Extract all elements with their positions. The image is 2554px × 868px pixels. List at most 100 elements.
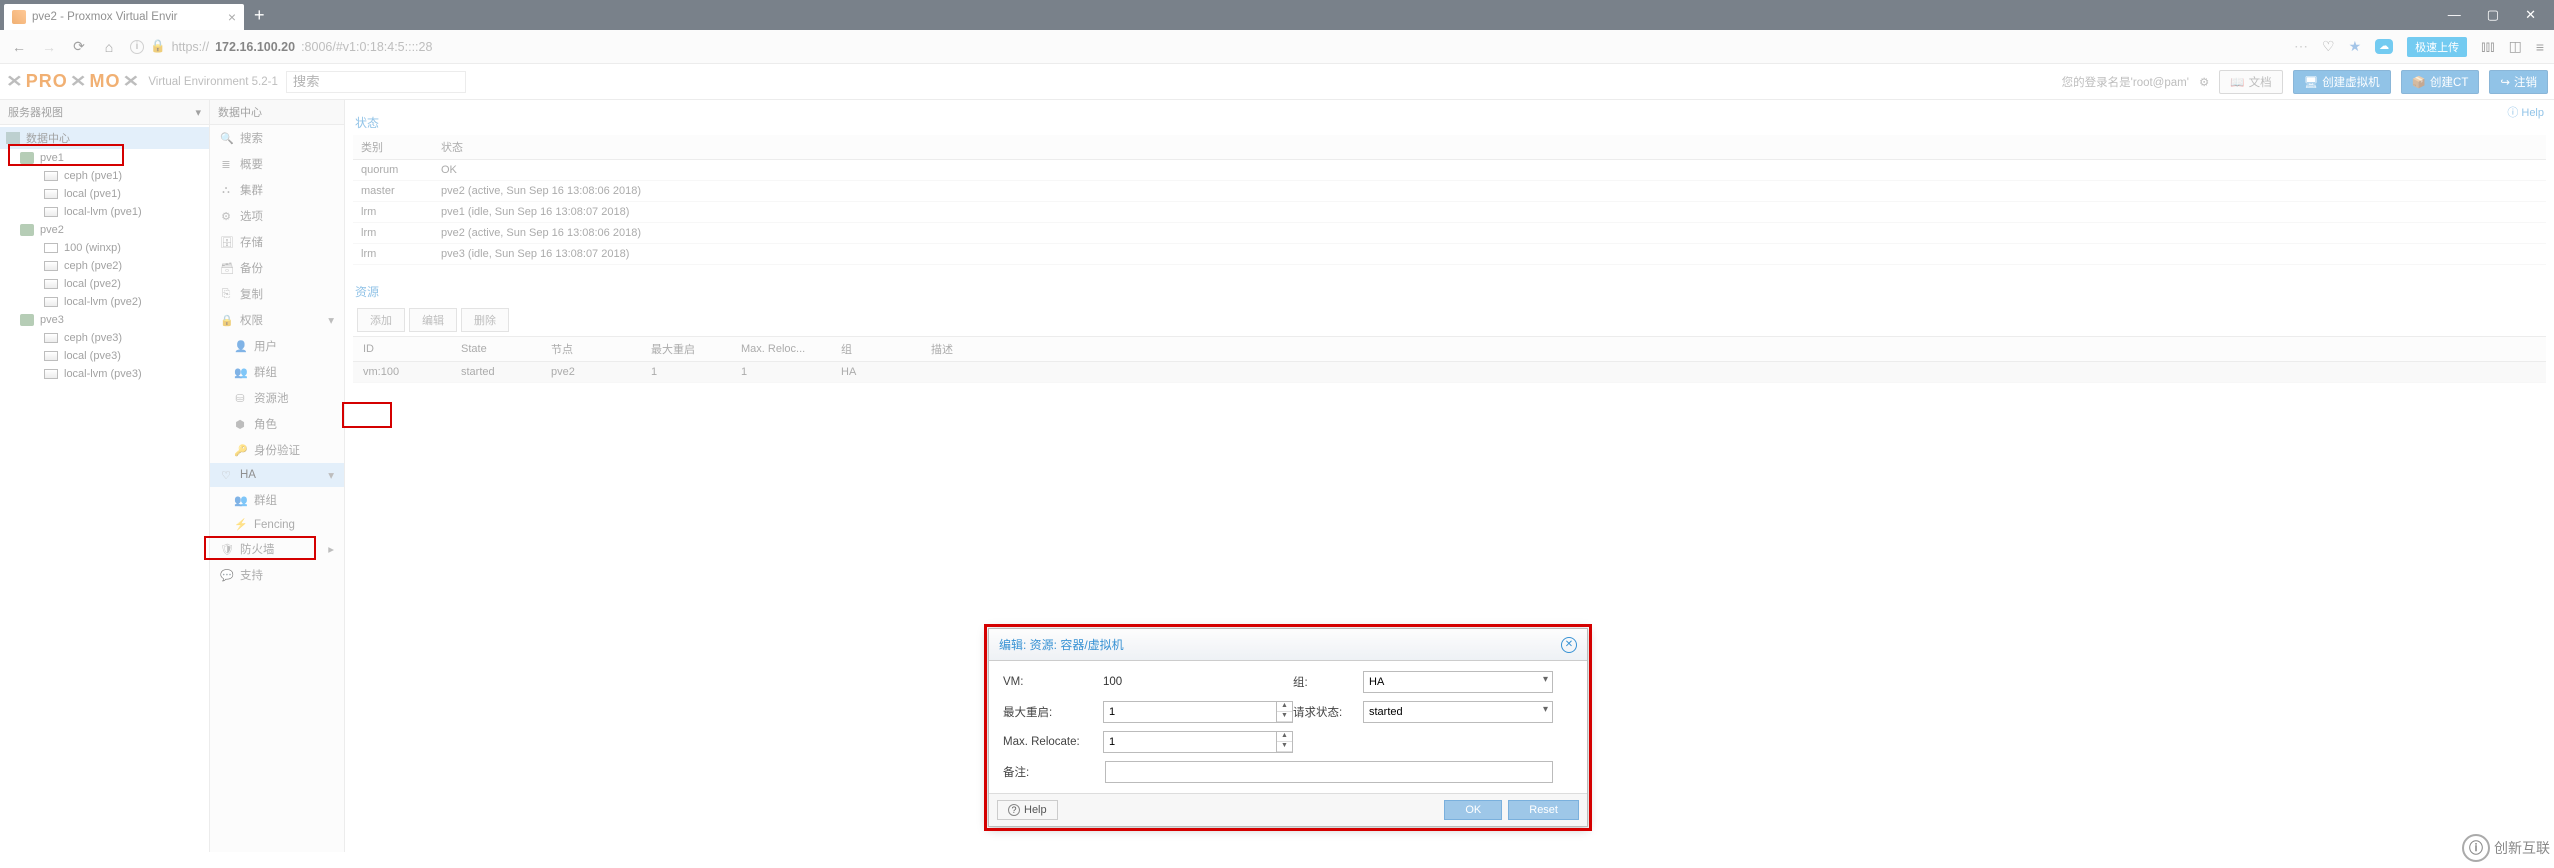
col-header[interactable]: 节点 [543,337,643,362]
nav-sub-item[interactable]: 👤用户 [210,333,344,359]
server-view-title[interactable]: 服务器视图 ▾ [0,100,209,125]
nav-item-ha[interactable]: ♡HA▾ [210,463,344,487]
tab-close-icon[interactable]: × [228,9,236,25]
storage-icon [44,261,58,271]
request-state-select[interactable] [1363,701,1553,723]
spin-up-icon[interactable]: ▲ [1277,702,1292,712]
table-row: masterpve2 (active, Sun Sep 16 13:08:06 … [353,181,2546,202]
nav-icon: 🗃 [220,262,232,275]
tree-storage[interactable]: ceph (pve2) [0,257,209,275]
tree-storage[interactable]: local-lvm (pve3) [0,365,209,383]
tree-node[interactable]: pve1 [0,149,209,167]
url-bar[interactable]: i 🔒 https://172.16.100.20:8006/#v1:0:18:… [130,39,2282,54]
nav-sub-item[interactable]: ⚡Fencing [210,513,344,536]
tree-storage[interactable]: ceph (pve1) [0,167,209,185]
chevron-down-icon[interactable]: ▾ [195,106,201,119]
nav-sub-item[interactable]: 👥群组 [210,487,344,513]
nav-item[interactable]: ⎘复制 [210,281,344,307]
col-header[interactable]: 组 [833,337,923,362]
col-header[interactable]: Max. Reloc... [733,337,833,362]
browser-tab[interactable]: pve2 - Proxmox Virtual Envir × [4,4,244,30]
sidebar-icon[interactable]: ◫ [2509,38,2522,55]
new-tab-button[interactable]: + [244,5,275,26]
reset-button[interactable]: Reset [1508,800,1579,820]
spin-down-icon[interactable]: ▼ [1277,742,1292,752]
proxmox-header: ✕ PRO✕MO✕ Virtual Environment 5.2-1 您的登录… [0,64,2554,100]
nav-item[interactable]: 🔒权限▾ [210,307,344,333]
tree-storage[interactable]: local (pve3) [0,347,209,365]
dialog-help-button[interactable]: ?Help [997,800,1058,820]
tree-root-datacenter[interactable]: 数据中心 [0,127,209,149]
home-icon[interactable]: ⌂ [100,39,118,55]
add-button[interactable]: 添加 [357,308,405,332]
create-vm-button[interactable]: 🖥 创建虚拟机 [2293,70,2391,94]
nav-item[interactable]: 🗃备份 [210,255,344,281]
nav-item[interactable]: ≣概要 [210,151,344,177]
nav-sub-item[interactable]: 👥群组 [210,359,344,385]
tree-storage[interactable]: ceph (pve3) [0,329,209,347]
nav-sub-item[interactable]: ⬢角色 [210,411,344,437]
tree-storage[interactable]: local-lvm (pve1) [0,203,209,221]
upload-badge[interactable]: 极速上传 [2407,37,2467,57]
close-window-icon[interactable]: ✕ [2525,7,2536,23]
proxmox-logo: ✕ PRO✕MO✕ [6,69,140,94]
site-info-icon[interactable]: i [130,40,144,54]
group-select[interactable] [1363,671,1553,693]
back-icon[interactable]: ← [10,39,28,55]
tree-storage[interactable]: local (pve2) [0,275,209,293]
note-input[interactable] [1105,761,1553,783]
more-icon[interactable]: ⋯ [2294,38,2308,55]
table-row: lrmpve2 (active, Sun Sep 16 13:08:06 201… [353,223,2546,244]
remove-button[interactable]: 删除 [461,308,509,332]
cloud-icon[interactable]: ☁ [2375,39,2393,54]
dialog-header[interactable]: 编辑: 资源: 容器/虚拟机 ✕ [989,629,1587,661]
nav-icon: 💬 [220,569,232,582]
minimize-icon[interactable]: — [2448,7,2461,23]
tree-storage[interactable]: local (pve1) [0,185,209,203]
menu-icon[interactable]: ≡ [2536,39,2544,55]
tree-vm[interactable]: 100 (winxp) [0,239,209,257]
group-label: 组: [1293,674,1363,690]
global-search-input[interactable] [286,71,466,93]
spin-down-icon[interactable]: ▼ [1277,712,1292,722]
ok-button[interactable]: OK [1444,800,1502,820]
table-row[interactable]: vm:100startedpve211HA [353,362,2546,383]
max-relocate-input[interactable]: ▲▼ [1103,731,1293,753]
status-table: 类别 状态 quorumOKmasterpve2 (active, Sun Se… [353,135,2546,265]
nav-sub-item[interactable]: 🔑身份验证 [210,437,344,463]
maximize-icon[interactable]: ▢ [2487,7,2499,23]
reload-icon[interactable]: ⟳ [70,38,88,55]
nav-item[interactable]: 🔍搜索 [210,125,344,151]
col-header[interactable]: 最大重启 [643,337,733,362]
help-link[interactable]: ⓘ Help [2507,104,2544,120]
dialog-close-icon[interactable]: ✕ [1561,637,1577,653]
nav-item[interactable]: ⛬集群 [210,177,344,203]
bookmark-icon[interactable]: ★ [2349,38,2362,55]
edit-button[interactable]: 编辑 [409,308,457,332]
resources-table: IDState节点最大重启Max. Reloc...组描述 vm:100star… [353,337,2546,383]
tree-node[interactable]: pve2 [0,221,209,239]
col-type: 类别 [353,135,433,160]
spin-up-icon[interactable]: ▲ [1277,732,1292,742]
library-icon[interactable]: ⫾⫾⫾ [2481,38,2494,55]
forward-icon[interactable]: → [40,39,58,55]
nav-item[interactable]: 💬支持 [210,562,344,588]
resources-section-label: 资源 [355,283,2546,300]
nav-item[interactable]: ⚙选项 [210,203,344,229]
logout-button[interactable]: ↪ 注销 [2489,70,2548,94]
tree-storage[interactable]: local-lvm (pve2) [0,293,209,311]
col-header[interactable]: ID [353,337,453,362]
gear-icon[interactable]: ⚙ [2199,75,2209,89]
favorite-icon[interactable]: ♡ [2322,38,2335,55]
nav-sub-item[interactable]: ⛁资源池 [210,385,344,411]
nav-item[interactable]: 🛡防火墙▸ [210,536,344,562]
doc-button[interactable]: 📖 文档 [2219,70,2282,94]
col-status: 状态 [433,135,2546,160]
nav-item[interactable]: 🗄存储 [210,229,344,255]
node-icon [20,314,34,326]
create-ct-button[interactable]: 📦 创建CT [2401,70,2480,94]
col-header[interactable]: State [453,337,543,362]
tree-node[interactable]: pve3 [0,311,209,329]
col-header[interactable]: 描述 [923,337,2546,362]
max-restart-input[interactable]: ▲▼ [1103,701,1293,723]
